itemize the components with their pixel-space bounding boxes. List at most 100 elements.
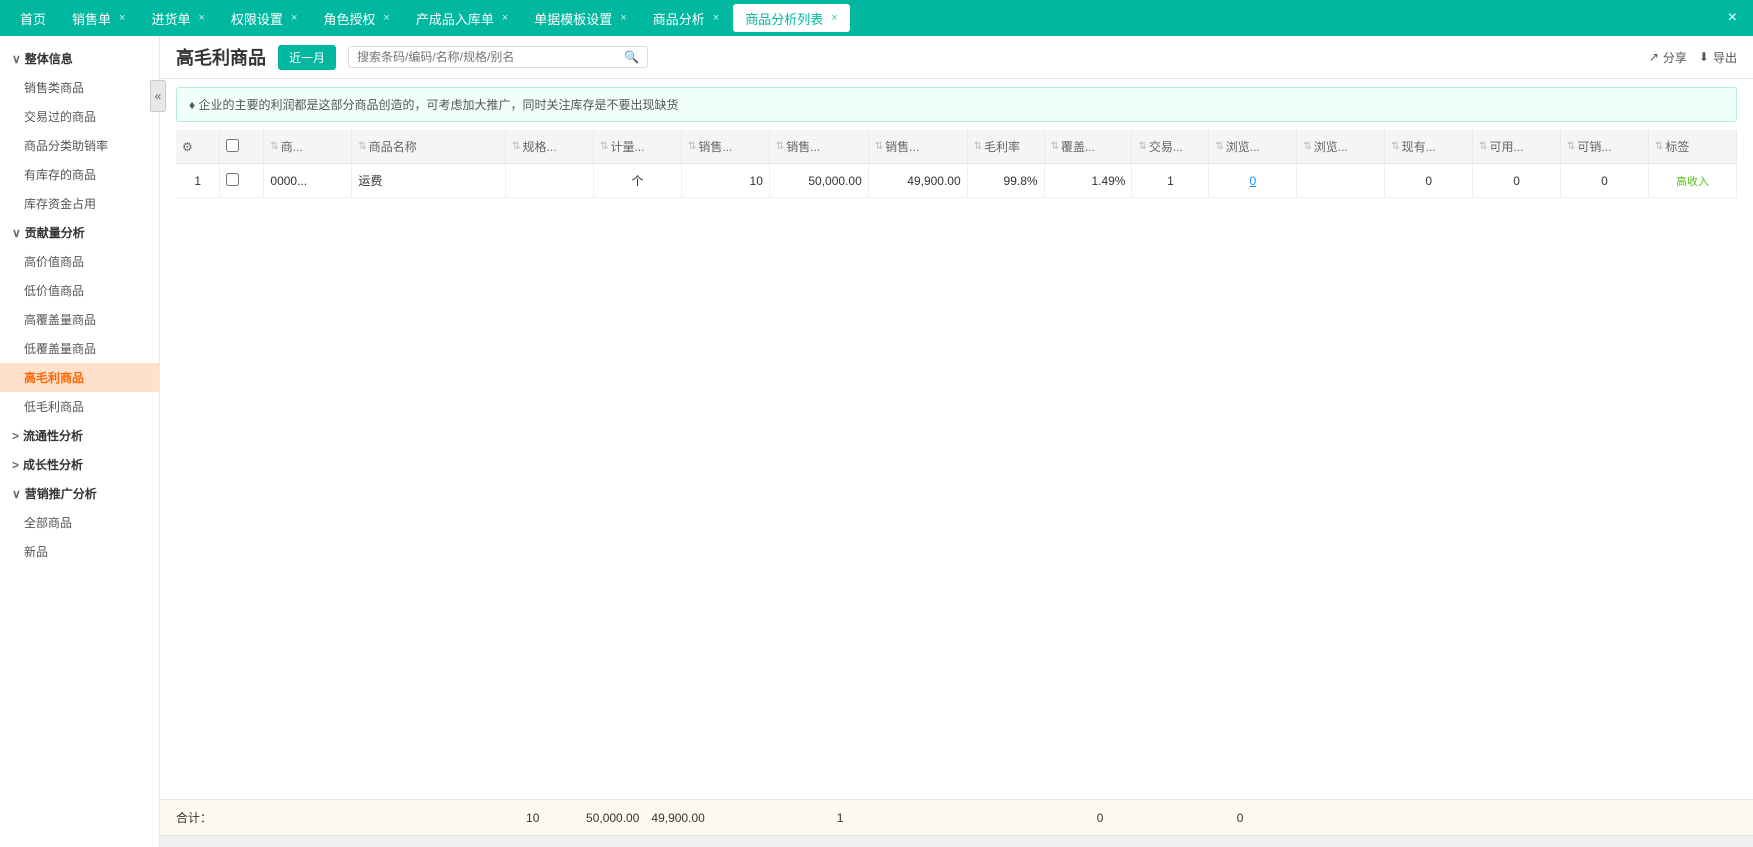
nav-close-icon[interactable]: × xyxy=(713,12,719,24)
content-header: 高毛利商品 近一月 🔍 ↗ 分享 ⬇ 导出 xyxy=(160,36,1753,79)
nav-close-icon[interactable]: × xyxy=(383,12,389,24)
sidebar-group-整体信息[interactable]: ∨整体信息 xyxy=(0,44,159,73)
sidebar-item-库存资金占用[interactable]: 库存资金占用 xyxy=(0,189,159,218)
sidebar-group-成长性分析[interactable]: > 成长性分析 xyxy=(0,450,159,479)
sort-icon-left: ⇅ xyxy=(270,141,278,152)
footer-sales-qty: 10 xyxy=(520,811,580,825)
search-box: 🔍 xyxy=(348,46,648,68)
footer-transactions: 1 xyxy=(831,811,891,825)
nav-item-单据模板设置[interactable]: 单据模板设置× xyxy=(522,4,638,32)
nav-close-icon[interactable]: × xyxy=(291,12,297,24)
sidebar-group-label: 贡献量分析 xyxy=(25,224,85,241)
sidebar-item-销售类商品[interactable]: 销售类商品 xyxy=(0,73,159,102)
col-label-sales_amt: 销售... xyxy=(786,138,820,155)
table-body: 10000...运费个1050,000.0049,900.0099.8%1.49… xyxy=(176,164,1737,198)
sort-icon-left: ⇅ xyxy=(1303,141,1311,152)
page-title: 高毛利商品 xyxy=(176,44,266,70)
col-header-sales_qty[interactable]: ⇅销售... xyxy=(681,130,769,164)
sidebar-group-arrow: > xyxy=(12,458,19,472)
views-link[interactable]: 0 xyxy=(1250,174,1257,188)
sidebar-group-label: 成长性分析 xyxy=(23,456,83,473)
nav-close-icon[interactable]: × xyxy=(502,12,508,24)
footer-stock-now: 0 xyxy=(1091,811,1151,825)
sidebar-item-低价值商品[interactable]: 低价值商品 xyxy=(0,276,159,305)
sidebar-collapse-button[interactable]: « xyxy=(150,80,166,112)
sidebar-item-高覆盖量商品[interactable]: 高覆盖量商品 xyxy=(0,305,159,334)
table-container: ⚙⇅商...⇅商品名称⇅规格...⇅计量...⇅销售...⇅销售...⇅销售..… xyxy=(176,130,1737,799)
col-label-spec: 规格... xyxy=(523,138,557,155)
nav-item-首页[interactable]: 首页 xyxy=(8,4,58,32)
main-layout: ∨整体信息销售类商品交易过的商品商品分类助销率有库存的商品库存资金占用∨贡献量分… xyxy=(0,36,1753,847)
nav-close-icon[interactable]: × xyxy=(831,12,837,24)
col-header-check[interactable] xyxy=(220,130,264,164)
search-icon[interactable]: 🔍 xyxy=(624,50,639,64)
col-header-tag[interactable]: ⇅标签 xyxy=(1648,130,1736,164)
sidebar: ∨整体信息销售类商品交易过的商品商品分类助销率有库存的商品库存资金占用∨贡献量分… xyxy=(0,36,160,847)
col-header-views1[interactable]: ⇅浏览... xyxy=(1209,130,1297,164)
col-header-settings[interactable]: ⚙ xyxy=(176,130,220,164)
col-label-code: 商... xyxy=(281,138,303,155)
col-label-transactions: 交易... xyxy=(1149,138,1183,155)
sidebar-item-低覆盖量商品[interactable]: 低覆盖量商品 xyxy=(0,334,159,363)
sort-icon-left: ⇅ xyxy=(1051,141,1059,152)
sidebar-item-高价值商品[interactable]: 高价值商品 xyxy=(0,247,159,276)
nav-close-icon[interactable]: × xyxy=(198,12,204,24)
share-icon: ↗ xyxy=(1649,50,1659,64)
info-banner: ♦ 企业的主要的利润都是这部分商品创造的，可考虑加大推广，同时关注库存是不要出现… xyxy=(176,87,1737,122)
sidebar-item-有库存的商品[interactable]: 有库存的商品 xyxy=(0,160,159,189)
sidebar-item-新品[interactable]: 新品 xyxy=(0,537,159,566)
col-header-code[interactable]: ⇅商... xyxy=(264,130,352,164)
cell-sales_profit: 49,900.00 xyxy=(868,164,967,198)
sidebar-group-流通性分析[interactable]: >流通性分析 xyxy=(0,421,159,450)
sidebar-group-arrow: ∨ xyxy=(12,487,21,501)
col-header-available[interactable]: ⇅可用... xyxy=(1473,130,1561,164)
cell-check[interactable] xyxy=(220,164,264,198)
cell-views1[interactable]: 0 xyxy=(1209,164,1297,198)
sidebar-group-贡献量分析[interactable]: ∨贡献量分析 xyxy=(0,218,159,247)
row-checkbox[interactable] xyxy=(226,173,239,186)
share-button[interactable]: ↗ 分享 xyxy=(1649,49,1687,66)
col-header-unit[interactable]: ⇅计量... xyxy=(594,130,682,164)
col-header-sellable[interactable]: ⇅可销... xyxy=(1561,130,1649,164)
nav-item-角色授权[interactable]: 角色授权× xyxy=(311,4,401,32)
cell-sales_amt: 50,000.00 xyxy=(769,164,868,198)
footer-label: 合计： xyxy=(176,809,212,826)
sidebar-item-低毛利商品[interactable]: 低毛利商品 xyxy=(0,392,159,421)
nav-item-进货单[interactable]: 进货单× xyxy=(139,4,216,32)
sort-icon-left: ⇅ xyxy=(776,141,784,152)
col-header-sales_amt[interactable]: ⇅销售... xyxy=(769,130,868,164)
info-text: ♦ 企业的主要的利润都是这部分商品创造的，可考虑加大推广，同时关注库存是不要出现… xyxy=(189,96,678,113)
sidebar-item-高毛利商品[interactable]: 高毛利商品 xyxy=(0,363,159,392)
export-button[interactable]: ⬇ 导出 xyxy=(1699,49,1737,66)
nav-item-销售单[interactable]: 销售单× xyxy=(60,4,137,32)
sidebar-item-交易过的商品[interactable]: 交易过的商品 xyxy=(0,102,159,131)
cell-transactions: 1 xyxy=(1132,164,1209,198)
window-close-button[interactable]: × xyxy=(1720,9,1745,27)
nav-item-权限设置[interactable]: 权限设置× xyxy=(219,4,309,32)
col-header-gross_margin[interactable]: ⇅毛利率 xyxy=(967,130,1044,164)
nav-item-商品分析[interactable]: 商品分析× xyxy=(641,4,731,32)
col-header-coverage[interactable]: ⇅覆盖... xyxy=(1044,130,1132,164)
settings-icon[interactable]: ⚙ xyxy=(182,140,193,154)
nav-item-产成品入库单[interactable]: 产成品入库单× xyxy=(404,4,520,32)
col-header-stock_now[interactable]: ⇅现有... xyxy=(1385,130,1473,164)
data-table: ⚙⇅商...⇅商品名称⇅规格...⇅计量...⇅销售...⇅销售...⇅销售..… xyxy=(176,130,1737,198)
nav-close-icon[interactable]: × xyxy=(119,12,125,24)
filter-recent-month[interactable]: 近一月 xyxy=(278,45,336,70)
col-header-views2[interactable]: ⇅浏览... xyxy=(1297,130,1385,164)
bottom-scrollbar[interactable] xyxy=(160,835,1753,847)
sidebar-group-营销推广分析[interactable]: ∨营销推广分析 xyxy=(0,479,159,508)
nav-close-icon[interactable]: × xyxy=(620,12,626,24)
top-nav: 首页销售单×进货单×权限设置×角色授权×产成品入库单×单据模板设置×商品分析×商… xyxy=(0,0,1753,36)
col-header-sales_profit[interactable]: ⇅销售... xyxy=(868,130,967,164)
footer-sales-profit: 49,900.00 xyxy=(645,811,710,825)
cell-views2 xyxy=(1297,164,1385,198)
search-input[interactable] xyxy=(357,50,620,64)
col-header-transactions[interactable]: ⇅交易... xyxy=(1132,130,1209,164)
nav-item-商品分析列表[interactable]: 商品分析列表× xyxy=(733,4,849,32)
sidebar-item-全部商品[interactable]: 全部商品 xyxy=(0,508,159,537)
col-header-spec[interactable]: ⇅规格... xyxy=(506,130,594,164)
select-all-checkbox[interactable] xyxy=(226,139,239,152)
sidebar-item-商品分类助销率[interactable]: 商品分类助销率 xyxy=(0,131,159,160)
col-header-name[interactable]: ⇅商品名称 xyxy=(352,130,506,164)
